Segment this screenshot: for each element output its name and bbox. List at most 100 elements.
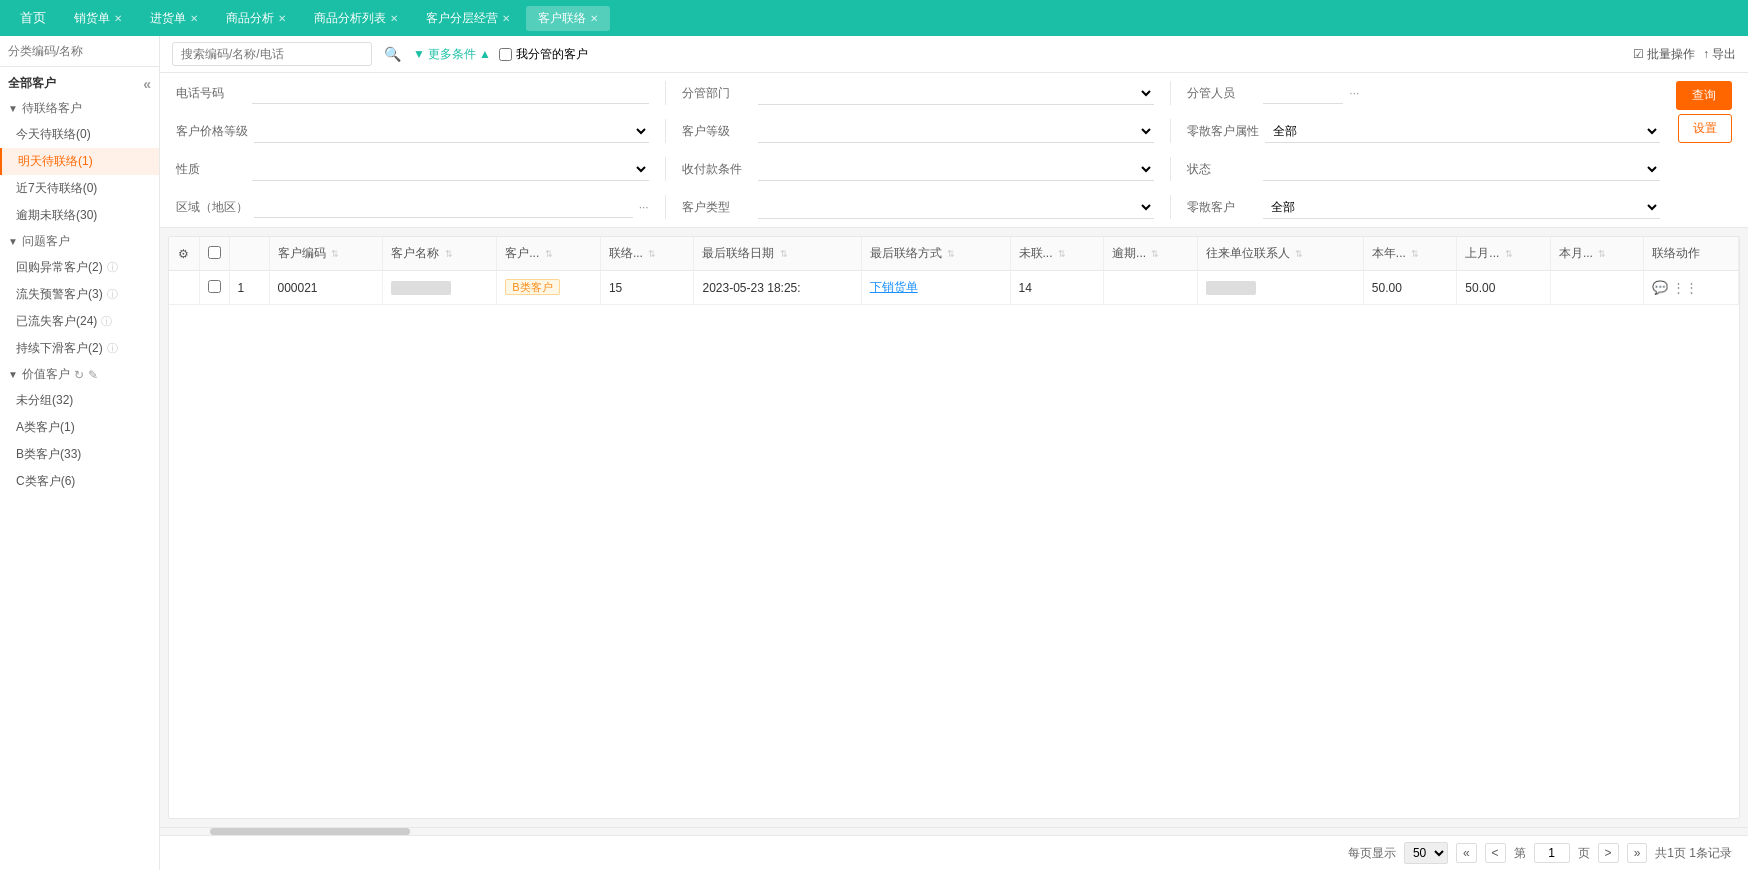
sidebar-item-repurchase[interactable]: 回购异常客户(2) ⓘ — [0, 254, 159, 281]
sidebar: 🔍 全部客户 « ▼ 待联络客户 今天待联络(0) 明天待联络(1) 近7天待联… — [0, 36, 160, 870]
sidebar-item-declining[interactable]: 持续下滑客户(2) ⓘ — [0, 335, 159, 362]
sidebar-item-churned[interactable]: 已流失客户(24) ⓘ — [0, 308, 159, 335]
nav-home[interactable]: 首页 — [8, 5, 58, 31]
refresh-value-icon[interactable]: ↻ — [74, 368, 84, 382]
sidebar-item-class-b[interactable]: B类客户(33) — [0, 441, 159, 468]
sort-this-year-icon[interactable]: ⇅ — [1411, 249, 1419, 259]
close-customer-tier-icon[interactable]: ✕ — [502, 13, 510, 24]
more-filter-button[interactable]: ▼ 更多条件 ▲ — [413, 46, 491, 63]
main-search-input[interactable] — [172, 42, 372, 66]
filter-payment: 收付款条件 — [682, 158, 1155, 181]
per-page-select[interactable]: 50 — [1404, 842, 1448, 864]
filter-nature-select[interactable] — [252, 158, 649, 181]
row-name-value[interactable] — [391, 281, 451, 295]
all-customers-label: 全部客户 — [8, 75, 56, 92]
filter-price-level-select[interactable] — [254, 120, 649, 143]
sort-contact-person-icon[interactable]: ⇅ — [1295, 249, 1303, 259]
filter-payment-select[interactable] — [758, 158, 1155, 181]
edit-value-icon[interactable]: ✎ — [88, 368, 98, 382]
next-page-button[interactable]: > — [1598, 843, 1619, 863]
filter-retail-attr-select[interactable]: 全部 — [1265, 120, 1660, 143]
filter-icon: ▼ — [413, 47, 425, 61]
sort-type-icon[interactable]: ⇅ — [545, 249, 553, 259]
close-goods-list-icon[interactable]: ✕ — [390, 13, 398, 24]
filter-retail-customer-select[interactable]: 全部 — [1263, 196, 1660, 219]
info-icon-churn-warning: ⓘ — [107, 287, 118, 302]
close-sales-icon[interactable]: ✕ — [114, 13, 122, 24]
filter-customer-type-select[interactable] — [758, 196, 1155, 219]
sort-last-date-icon[interactable]: ⇅ — [780, 249, 788, 259]
row-this-month-cell — [1550, 271, 1644, 305]
sidebar-item-churn-warning[interactable]: 流失预警客户(3) ⓘ — [0, 281, 159, 308]
action-chat-icon[interactable]: 💬 — [1652, 280, 1668, 295]
sidebar-search-input[interactable] — [8, 44, 158, 58]
row-type-cell: B类客户 — [497, 271, 601, 305]
close-goods-analysis-icon[interactable]: ✕ — [278, 13, 286, 24]
filter-payment-label: 收付款条件 — [682, 161, 752, 178]
row-type-tag: B类客户 — [505, 279, 559, 295]
per-page-label: 每页显示 — [1348, 845, 1396, 862]
export-button[interactable]: ↑ 导出 — [1703, 46, 1736, 63]
sidebar-item-class-c[interactable]: C类客户(6) — [0, 468, 159, 495]
filter-retail-attr-label: 零散客户属性 — [1187, 123, 1259, 140]
group-value-customers: ▼ 价值客户 ↻ ✎ — [0, 362, 159, 387]
filter-nature: 性质 — [176, 158, 649, 181]
sort-this-month-icon[interactable]: ⇅ — [1598, 249, 1606, 259]
row-gear-cell — [169, 271, 199, 305]
sidebar-item-unclassified[interactable]: 未分组(32) — [0, 387, 159, 414]
filter-customer-grade-select[interactable] — [758, 120, 1155, 143]
col-overdue-header: 逾期... ⇅ — [1104, 237, 1198, 271]
filter-phone-input[interactable] — [252, 83, 649, 104]
action-more-icon[interactable]: ⋮⋮ — [1672, 280, 1698, 295]
filter-row-1: 电话号码 分管部门 分管人员 — [176, 81, 1660, 105]
sort-contact-icon[interactable]: ⇅ — [648, 249, 656, 259]
sidebar-item-today[interactable]: 今天待联络(0) — [0, 121, 159, 148]
horizontal-scrollbar[interactable] — [160, 827, 1748, 835]
main-search-button[interactable]: 🔍 — [380, 44, 405, 64]
nav-sales[interactable]: 销货单 ✕ — [62, 6, 134, 31]
sidebar-item-overdue[interactable]: 逾期未联络(30) — [0, 202, 159, 229]
nav-goods-analysis-list[interactable]: 商品分析列表 ✕ — [302, 6, 410, 31]
filter-region-input[interactable] — [254, 197, 633, 218]
row-last-contact-method-link[interactable]: 下销货单 — [870, 280, 918, 294]
nav-goods-analysis[interactable]: 商品分析 ✕ — [214, 6, 298, 31]
row-checkbox[interactable] — [208, 280, 221, 293]
select-all-checkbox[interactable] — [208, 246, 221, 259]
col-contact-header: 联络... ⇅ — [600, 237, 694, 271]
filter-dept-select[interactable] — [758, 82, 1155, 105]
nav-customer-tier[interactable]: 客户分层经营 ✕ — [414, 6, 522, 31]
first-page-button[interactable]: « — [1456, 843, 1477, 863]
sidebar-collapse-btn[interactable]: « — [143, 76, 151, 92]
settings-button[interactable]: 设置 — [1678, 114, 1732, 143]
sort-last-method-icon[interactable]: ⇅ — [947, 249, 955, 259]
sort-no-contact-icon[interactable]: ⇅ — [1058, 249, 1066, 259]
my-customers-checkbox-label[interactable]: 我分管的客户 — [499, 46, 588, 63]
close-customer-contact-icon[interactable]: ✕ — [590, 13, 598, 24]
nav-customer-contact[interactable]: 客户联络 ✕ — [526, 6, 610, 31]
gear-icon[interactable]: ⚙ — [178, 247, 189, 261]
sidebar-item-class-a[interactable]: A类客户(1) — [0, 414, 159, 441]
page-number-input[interactable] — [1534, 843, 1570, 863]
sidebar-item-week7[interactable]: 近7天待联络(0) — [0, 175, 159, 202]
col-this-year-header: 本年... ⇅ — [1363, 237, 1457, 271]
filter-nature-label: 性质 — [176, 161, 246, 178]
nav-purchase[interactable]: 进货单 ✕ — [138, 6, 210, 31]
bulk-action-button[interactable]: ☑ 批量操作 — [1633, 46, 1695, 63]
row-contact-person-value — [1206, 281, 1256, 295]
filter-region-more-icon[interactable]: ··· — [639, 200, 649, 214]
sort-last-month-icon[interactable]: ⇅ — [1505, 249, 1513, 259]
filter-manager-input[interactable] — [1263, 83, 1343, 104]
filter-customer-type-label: 客户类型 — [682, 199, 752, 216]
filter-manager-more-icon[interactable]: ··· — [1349, 86, 1359, 100]
close-purchase-icon[interactable]: ✕ — [190, 13, 198, 24]
sidebar-item-tomorrow[interactable]: 明天待联络(1) — [0, 148, 159, 175]
sort-overdue-icon[interactable]: ⇅ — [1151, 249, 1159, 259]
info-icon-repurchase: ⓘ — [107, 260, 118, 275]
sort-code-icon[interactable]: ⇅ — [331, 249, 339, 259]
prev-page-button[interactable]: < — [1485, 843, 1506, 863]
last-page-button[interactable]: » — [1627, 843, 1648, 863]
filter-status-select[interactable] — [1263, 158, 1660, 181]
sort-name-icon[interactable]: ⇅ — [445, 249, 453, 259]
query-button[interactable]: 查询 — [1676, 81, 1732, 110]
my-customers-checkbox[interactable] — [499, 48, 512, 61]
